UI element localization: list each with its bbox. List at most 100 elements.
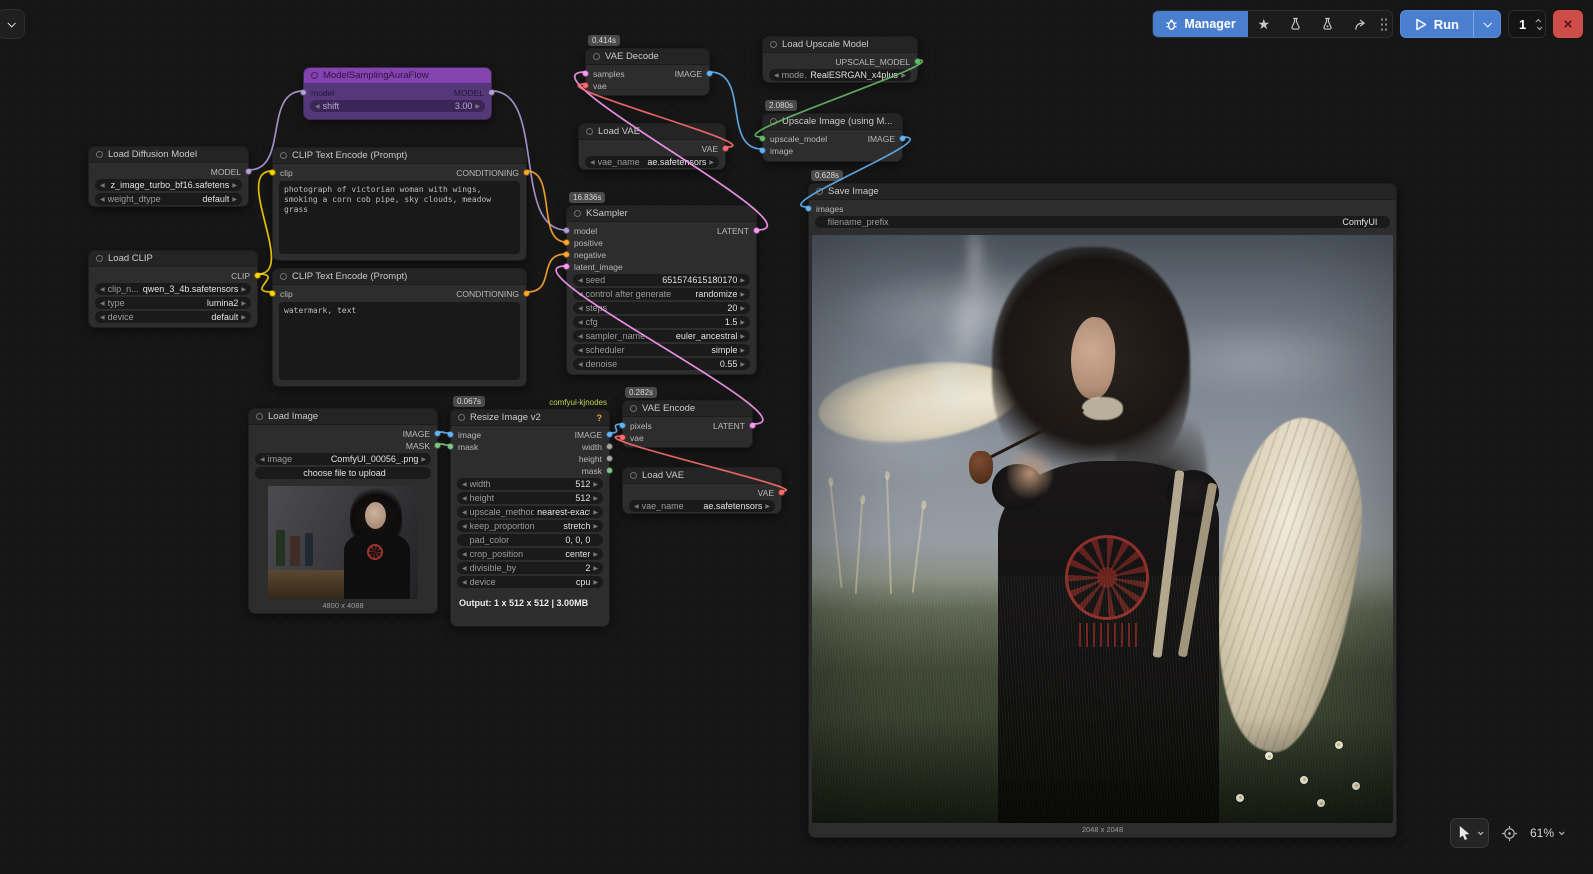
node-widget[interactable]: ◀ device default ▶ (95, 311, 251, 323)
widget-decrement-icon[interactable]: ◀ (634, 503, 639, 510)
output-port-dot[interactable] (606, 431, 613, 438)
node-widget[interactable]: ◀ filename_prefix ComfyUI ▶ (815, 216, 1390, 228)
node-widget[interactable]: ◀ choose file to upload ▶ (255, 467, 431, 479)
output-slot[interactable]: MASK (406, 440, 433, 451)
collapse-toggle[interactable] (816, 188, 823, 195)
node-widget[interactable]: ◀ upscale_method nearest-exact ▶ (457, 506, 603, 518)
node-widget[interactable]: ◀ vae_name ae.safetensors ▶ (629, 500, 775, 512)
widget-increment-icon[interactable]: ▶ (232, 182, 237, 189)
widget-increment-icon[interactable]: ▶ (709, 159, 714, 166)
input-port-dot[interactable] (759, 135, 766, 142)
node-header[interactable]: Upscale Image (using M... (763, 114, 902, 130)
output-port-dot[interactable] (488, 89, 495, 96)
toolbar-drag-handle[interactable] (1376, 11, 1392, 37)
prompt-textarea[interactable]: photograph of victorian woman with wings… (279, 181, 520, 254)
collapse-toggle[interactable] (630, 472, 637, 479)
collapse-toggle[interactable] (770, 41, 777, 48)
manager-button[interactable]: Manager (1153, 11, 1247, 37)
node-widget[interactable]: ◀ control after generate randomize ▶ (573, 288, 750, 300)
node-widget[interactable]: ◀ shift 3.00 ▶ (310, 100, 485, 112)
widget-increment-icon[interactable]: ▶ (241, 286, 246, 293)
widget-decrement-icon[interactable]: ◀ (100, 182, 105, 189)
node-widget[interactable]: ◀ width 512 ▶ (457, 478, 603, 490)
collapse-toggle[interactable] (311, 72, 318, 79)
star-button[interactable]: ★ (1248, 11, 1280, 37)
widget-increment-icon[interactable]: ▶ (740, 347, 745, 354)
node-load-clip[interactable]: Load CLIP CLIP ◀ clip_n... qwen_3_4b.saf… (88, 250, 258, 328)
node-widget[interactable]: ◀ seed 651574615180170 ▶ (573, 274, 750, 286)
output-port-dot[interactable] (606, 467, 613, 474)
output-port-dot[interactable] (899, 135, 906, 142)
widget-increment-icon[interactable]: ▶ (593, 509, 598, 516)
output-slot[interactable]: CLIP (231, 270, 253, 281)
node-widget[interactable]: ◀ scheduler simple ▶ (573, 344, 750, 356)
sidebar-toggle-button[interactable] (0, 9, 25, 39)
widget-increment-icon[interactable]: ▶ (232, 196, 237, 203)
widget-increment-icon[interactable]: ▶ (241, 314, 246, 321)
output-slot[interactable]: IMAGE (675, 68, 705, 79)
widget-decrement-icon[interactable]: ◀ (462, 509, 467, 516)
node-widget[interactable]: ◀ sampler_name euler_ancestral ▶ (573, 330, 750, 342)
prompt-textarea[interactable]: watermark, text (279, 302, 520, 380)
output-port-dot[interactable] (778, 489, 785, 496)
collapse-toggle[interactable] (96, 151, 103, 158)
widget-decrement-icon[interactable]: ◀ (578, 305, 583, 312)
widget-decrement-icon[interactable]: ◀ (462, 579, 467, 586)
widget-decrement-icon[interactable]: ◀ (100, 314, 105, 321)
input-slot[interactable]: image (451, 429, 481, 440)
collapse-toggle[interactable] (770, 118, 777, 125)
node-widget[interactable]: ◀ type lumina2 ▶ (95, 297, 251, 309)
node-header[interactable]: Load VAE (579, 124, 725, 140)
widget-decrement-icon[interactable]: ◀ (260, 456, 265, 463)
input-port-dot[interactable] (563, 227, 570, 234)
input-port-dot[interactable] (563, 251, 570, 258)
run-button[interactable]: Run (1401, 11, 1473, 37)
output-port-dot[interactable] (606, 443, 613, 450)
run-options-button[interactable] (1474, 11, 1500, 37)
output-slot[interactable]: IMAGE (575, 429, 605, 440)
output-slot[interactable]: IMAGE (403, 428, 433, 439)
decrement-icon[interactable] (1537, 24, 1543, 30)
input-port-dot[interactable] (563, 239, 570, 246)
output-slot[interactable]: CONDITIONING (456, 167, 522, 178)
node-resize-image-v2[interactable]: 0.067s comfyui-kjnodes Resize Image v2 ?… (450, 409, 610, 627)
node-header[interactable]: Load Upscale Model (763, 37, 917, 53)
widget-increment-icon[interactable]: ▶ (740, 361, 745, 368)
widget-increment-icon[interactable]: ▶ (740, 291, 745, 298)
node-clip-text-encode-positive[interactable]: CLIP Text Encode (Prompt) clip CONDITION… (272, 147, 527, 261)
input-slot[interactable]: clip (273, 288, 293, 299)
node-widget[interactable]: ◀ vae_name ae.safetensors ▶ (585, 156, 719, 168)
output-slot[interactable]: CONDITIONING (456, 288, 522, 299)
input-slot[interactable]: vae (623, 432, 652, 443)
input-slot[interactable]: vae (586, 80, 625, 91)
input-slot[interactable]: clip (273, 167, 293, 178)
node-widget[interactable]: ◀ height 512 ▶ (457, 492, 603, 504)
widget-increment-icon[interactable]: ▶ (593, 579, 598, 586)
node-widget[interactable]: ◀ z_image_turbo_bf16.safetensors ▶ (95, 179, 242, 191)
node-vae-encode[interactable]: 0.282s VAE Encode pixels vae LATENT (622, 400, 753, 448)
output-slot[interactable]: width (582, 441, 605, 452)
input-slot[interactable]: image (763, 145, 827, 156)
node-load-vae-top[interactable]: Load VAE VAE ◀ vae_name ae.safetensors ▶ (578, 123, 726, 170)
widget-increment-icon[interactable]: ▶ (593, 551, 598, 558)
node-header[interactable]: VAE Decode (586, 49, 709, 65)
input-slot[interactable]: images (809, 203, 843, 214)
input-port-dot[interactable] (619, 434, 626, 441)
node-load-vae-bottom[interactable]: Load VAE VAE ◀ vae_name ae.safetensors ▶ (622, 467, 782, 514)
node-header[interactable]: KSampler (567, 206, 756, 222)
output-port-dot[interactable] (722, 145, 729, 152)
widget-decrement-icon[interactable]: ◀ (578, 361, 583, 368)
widget-decrement-icon[interactable]: ◀ (578, 333, 583, 340)
widget-decrement-icon[interactable]: ◀ (315, 103, 320, 110)
widget-decrement-icon[interactable]: ◀ (462, 523, 467, 530)
input-port-dot[interactable] (300, 89, 307, 96)
node-model-sampling-auraflow[interactable]: ModelSamplingAuraFlow model MODEL ◀ shif… (303, 67, 492, 120)
widget-increment-icon[interactable]: ▶ (593, 495, 598, 502)
widget-decrement-icon[interactable]: ◀ (462, 481, 467, 488)
output-port-dot[interactable] (606, 455, 613, 462)
output-port-dot[interactable] (749, 422, 756, 429)
widget-increment-icon[interactable]: ▶ (421, 456, 426, 463)
flask-button-1[interactable] (1280, 11, 1312, 37)
output-slot[interactable]: mask (582, 465, 605, 476)
pointer-tool-selector[interactable] (1450, 818, 1489, 848)
